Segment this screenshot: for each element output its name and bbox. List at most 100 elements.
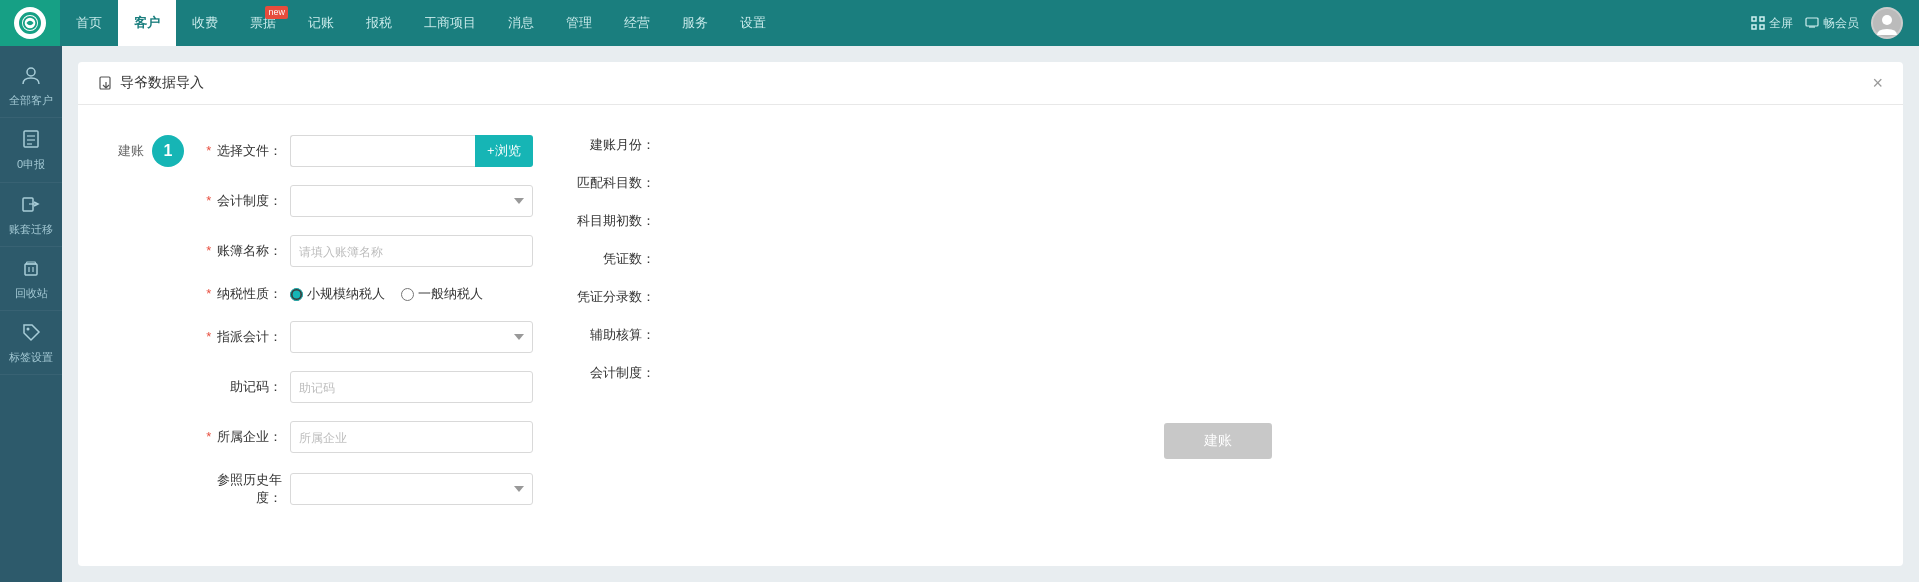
tax-type-small-radio[interactable]: 小规模纳税人 xyxy=(290,285,385,303)
voucher-records-row: 凭证分录数： xyxy=(573,287,1863,307)
ledger-name-input[interactable] xyxy=(290,235,533,267)
company-group: * 所属企业： xyxy=(200,421,533,453)
form-left: * 选择文件： +浏览 * 会计制度： xyxy=(200,135,533,525)
aux-calc-label: 辅助核算： xyxy=(573,326,663,344)
right-accounting-system-label: 会计制度： xyxy=(573,364,663,382)
voucher-records-value xyxy=(663,287,1863,307)
content-area: 导爷数据导入 × 建账 1 xyxy=(62,46,1919,582)
build-btn-row: 建账 xyxy=(573,413,1863,459)
top-nav: 首页 客户 收费 票据 new 记账 报税 工商项目 消息 管理 经营 服务 设… xyxy=(0,0,1919,46)
nav-item-operation[interactable]: 经营 xyxy=(608,0,666,46)
nav-items: 首页 客户 收费 票据 new 记账 报税 工商项目 消息 管理 经营 服务 设… xyxy=(60,0,1751,46)
voucher-label: 凭证数： xyxy=(573,250,663,268)
ledger-name-group: * 账簿名称： xyxy=(200,235,533,267)
all-customers-icon xyxy=(20,64,42,91)
logo-inner xyxy=(19,12,41,34)
member-btn[interactable]: 畅会员 xyxy=(1805,15,1859,32)
small-taxpayer-radio-input[interactable] xyxy=(290,288,303,301)
history-year-label: 参照历史年度： xyxy=(200,471,290,507)
accountant-label: * 指派会计： xyxy=(200,328,290,346)
nav-item-fee[interactable]: 收费 xyxy=(176,0,234,46)
migrate-icon xyxy=(20,193,42,220)
accounting-system-label: * 会计制度： xyxy=(200,192,290,210)
nav-item-manage[interactable]: 管理 xyxy=(550,0,608,46)
nav-item-message[interactable]: 消息 xyxy=(492,0,550,46)
voucher-records-label: 凭证分录数： xyxy=(573,288,663,306)
history-year-select[interactable] xyxy=(290,473,533,505)
memo-group: 助记码： xyxy=(200,371,533,403)
svg-rect-2 xyxy=(1760,17,1764,21)
nav-item-service[interactable]: 服务 xyxy=(666,0,724,46)
sidebar-declare-label: 0申报 xyxy=(17,157,45,171)
form-right: 建账月份： 匹配科目数： 科目期初数： 凭证数： xyxy=(573,135,1863,536)
nav-item-invoice[interactable]: 票据 new xyxy=(234,0,292,46)
tags-icon xyxy=(20,321,42,348)
svg-point-8 xyxy=(27,68,35,76)
fullscreen-btn[interactable]: 全屏 xyxy=(1751,15,1793,32)
nav-item-bookkeeping[interactable]: 记账 xyxy=(292,0,350,46)
import-icon xyxy=(98,75,114,91)
match-subject-value xyxy=(663,173,1863,193)
sidebar-item-all-customers[interactable]: 全部客户 xyxy=(0,54,62,118)
panel-header: 导爷数据导入 × xyxy=(78,62,1903,105)
aux-calc-value xyxy=(663,325,1863,345)
svg-rect-1 xyxy=(1752,17,1756,21)
fullscreen-icon xyxy=(1751,16,1765,30)
voucher-row: 凭证数： xyxy=(573,249,1863,269)
nav-item-settings[interactable]: 设置 xyxy=(724,0,782,46)
browse-button[interactable]: +浏览 xyxy=(475,135,533,167)
svg-rect-5 xyxy=(1806,18,1818,26)
nav-right: 全屏 畅会员 xyxy=(1751,7,1919,39)
svg-rect-9 xyxy=(24,131,38,147)
svg-rect-15 xyxy=(25,264,37,275)
ledger-name-label: * 账簿名称： xyxy=(200,242,290,260)
accounting-system-select[interactable] xyxy=(290,185,533,217)
tax-type-general-radio[interactable]: 一般纳税人 xyxy=(401,285,483,303)
sidebar-recycle-label: 回收站 xyxy=(15,286,48,300)
nav-item-tax[interactable]: 报税 xyxy=(350,0,408,46)
logo-area[interactable] xyxy=(0,0,60,46)
month-label: 建账月份： xyxy=(573,136,663,154)
logo-icon xyxy=(14,7,46,39)
sidebar-item-recycle[interactable]: 回收站 xyxy=(0,247,62,311)
right-accounting-system-value xyxy=(663,363,1863,383)
company-label: * 所属企业： xyxy=(200,428,290,446)
sidebar-item-migrate[interactable]: 账套迁移 xyxy=(0,183,62,247)
nav-item-home[interactable]: 首页 xyxy=(60,0,118,46)
sidebar-item-tags[interactable]: 标签设置 xyxy=(0,311,62,375)
accountant-group: * 指派会计： xyxy=(200,321,533,353)
subject-period-label: 科目期初数： xyxy=(573,212,663,230)
declare-icon xyxy=(20,128,42,155)
file-label: * 选择文件： xyxy=(200,142,290,160)
user-avatar[interactable] xyxy=(1871,7,1903,39)
nav-item-business[interactable]: 工商项目 xyxy=(408,0,492,46)
accountant-select[interactable] xyxy=(290,321,533,353)
file-input-row: +浏览 xyxy=(290,135,533,167)
file-select-group: * 选择文件： +浏览 xyxy=(200,135,533,167)
svg-point-18 xyxy=(27,328,30,331)
history-year-group: 参照历史年度： xyxy=(200,471,533,507)
panel-title: 导爷数据导入 xyxy=(98,74,204,92)
member-icon xyxy=(1805,16,1819,30)
sidebar-item-declare[interactable]: 0申报 xyxy=(0,118,62,182)
svg-rect-3 xyxy=(1752,25,1756,29)
step-label: 建账 xyxy=(118,142,144,160)
tax-type-radio-group: 小规模纳税人 一般纳税人 xyxy=(290,285,533,303)
new-badge: new xyxy=(265,6,288,19)
file-input[interactable] xyxy=(290,135,475,167)
tax-type-group: * 纳税性质： 小规模纳税人 一般纳税人 xyxy=(200,285,533,303)
memo-input[interactable] xyxy=(290,371,533,403)
build-account-button[interactable]: 建账 xyxy=(1164,423,1272,459)
match-subject-row: 匹配科目数： xyxy=(573,173,1863,193)
step-section: 建账 1 xyxy=(118,135,184,187)
company-input[interactable] xyxy=(290,421,533,453)
nav-item-customer[interactable]: 客户 xyxy=(118,0,176,46)
general-taxpayer-radio-input[interactable] xyxy=(401,288,414,301)
main-panel: 导爷数据导入 × 建账 1 xyxy=(78,62,1903,566)
panel-close-button[interactable]: × xyxy=(1872,74,1883,92)
tax-type-label: * 纳税性质： xyxy=(200,285,290,303)
avatar-icon xyxy=(1873,9,1901,37)
step-row: 建账 1 xyxy=(118,135,184,167)
memo-label: 助记码： xyxy=(200,378,290,396)
subject-period-value xyxy=(663,211,1863,231)
